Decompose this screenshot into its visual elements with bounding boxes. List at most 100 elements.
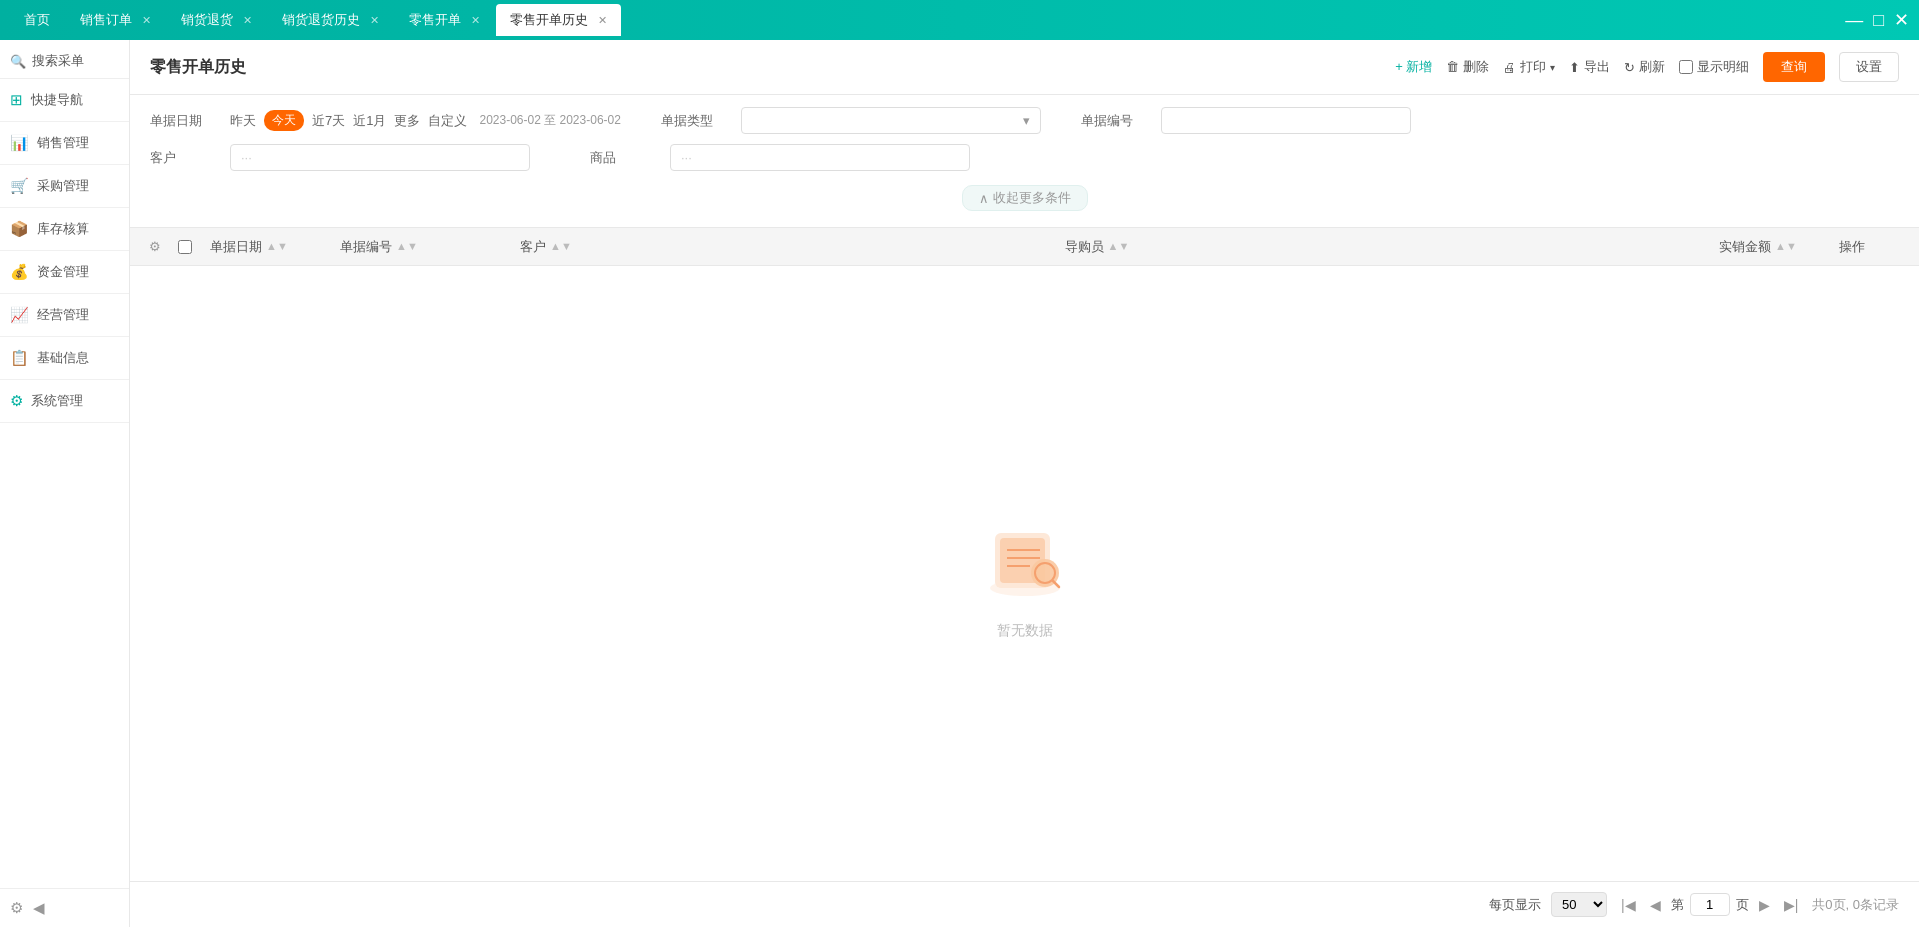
table-settings-icon[interactable]: ⚙ [140, 239, 170, 254]
export-icon: ⬆ [1569, 60, 1580, 75]
goods-ellipsis: ··· [681, 150, 692, 165]
tab-home[interactable]: 首页 [10, 4, 64, 36]
sort-guide-icon: ▲▼ [1108, 241, 1130, 252]
window-close[interactable]: ✕ [1894, 9, 1909, 31]
per-page-label: 每页显示 [1489, 896, 1541, 914]
customer-select[interactable]: ··· [230, 144, 530, 171]
tab-close-sales-return-history[interactable]: ✕ [370, 14, 379, 27]
tab-sales-return[interactable]: 销货退货 ✕ [167, 4, 266, 36]
tab-retail-open[interactable]: 零售开单 ✕ [395, 4, 494, 36]
sidebar-collapse-btn[interactable]: ◀ [33, 899, 45, 917]
prev-page-btn[interactable]: ◀ [1646, 895, 1665, 915]
delete-button[interactable]: 🗑 删除 [1446, 58, 1489, 76]
date-option-today[interactable]: 今天 [264, 110, 304, 131]
show-detail-label[interactable]: 显示明细 [1679, 58, 1749, 76]
query-button[interactable]: 查询 [1763, 52, 1825, 82]
tab-retail-open-history[interactable]: 零售开单历史 ✕ [496, 4, 621, 36]
table-select-all[interactable] [170, 240, 200, 254]
page-nav: |◀ ◀ 第 页 ▶ ▶| [1617, 893, 1802, 916]
tab-close-retail-open-history[interactable]: ✕ [598, 14, 607, 27]
per-page-select[interactable]: 50 100 200 [1551, 892, 1607, 917]
page-input[interactable] [1690, 893, 1730, 916]
page-title: 零售开单历史 [150, 57, 246, 78]
sidebar: 🔍 搜索采单 ⊞ 快捷导航 📊 销售管理 🛒 采购管理 📦 库存核算 💰 资金管… [0, 40, 130, 927]
tab-sales-return-history[interactable]: 销货退货历史 ✕ [268, 4, 393, 36]
collapse-bar: ∧ 收起更多条件 [150, 181, 1899, 215]
refresh-icon: ↻ [1624, 60, 1635, 75]
add-button[interactable]: + 新增 [1395, 58, 1432, 76]
tab-close-sales-order[interactable]: ✕ [142, 14, 151, 27]
customer-ellipsis: ··· [241, 150, 252, 165]
filter-area: 单据日期 昨天 今天 近7天 近1月 更多 自定义 2023-06-02 至 2… [130, 95, 1919, 228]
tab-close-retail-open[interactable]: ✕ [471, 14, 480, 27]
operations-icon: 📈 [10, 306, 29, 324]
sidebar-item-purchase-mgmt[interactable]: 🛒 采购管理 [0, 165, 129, 208]
finance-icon: 💰 [10, 263, 29, 281]
date-label: 单据日期 [150, 112, 210, 130]
sidebar-item-basic-info[interactable]: 📋 基础信息 [0, 337, 129, 380]
table-area: ⚙ 单据日期 ▲▼ 单据编号 ▲▼ 客户 ▲▼ 导购员 [130, 228, 1919, 881]
window-maximize[interactable]: □ [1873, 10, 1884, 31]
empty-state: 暂无数据 [130, 266, 1919, 881]
inventory-icon: 📦 [10, 220, 29, 238]
select-all-checkbox[interactable] [178, 240, 192, 254]
date-option-more[interactable]: 更多 [394, 112, 420, 130]
window-minimize[interactable]: — [1845, 10, 1863, 31]
sidebar-item-operations[interactable]: 📈 经营管理 [0, 294, 129, 337]
tab-list: 首页 销售订单 ✕ 销货退货 ✕ 销货退货历史 ✕ 零售开单 ✕ 零售开单历史 … [10, 4, 1845, 36]
col-guide[interactable]: 导购员 ▲▼ [1055, 238, 1185, 256]
goods-select[interactable]: ··· [670, 144, 970, 171]
export-button[interactable]: ⬆ 导出 [1569, 58, 1610, 76]
print-button[interactable]: 🖨 🖨 打印 打印 ▾ [1503, 58, 1555, 76]
sidebar-settings-btn[interactable]: ⚙ [10, 899, 23, 917]
page-unit: 页 [1736, 896, 1749, 914]
filter-row-2: 客户 ··· 商品 ··· [150, 144, 1899, 171]
settings-button[interactable]: 设置 [1839, 52, 1899, 82]
type-select[interactable]: ▾ [741, 107, 1041, 134]
sidebar-item-finance[interactable]: 💰 资金管理 [0, 251, 129, 294]
empty-text: 暂无数据 [997, 622, 1053, 640]
system-mgmt-icon: ⚙ [10, 392, 23, 410]
col-number[interactable]: 单据编号 ▲▼ [330, 238, 510, 256]
last-page-btn[interactable]: ▶| [1780, 895, 1803, 915]
sort-amount-icon: ▲▼ [1775, 241, 1797, 252]
sort-date-icon: ▲▼ [266, 241, 288, 252]
tab-sales-order[interactable]: 销售订单 ✕ [66, 4, 165, 36]
tab-close-sales-return[interactable]: ✕ [243, 14, 252, 27]
date-range: 2023-06-02 至 2023-06-02 [479, 112, 620, 129]
page-total-info: 共0页, 0条记录 [1812, 896, 1899, 914]
date-option-custom[interactable]: 自定义 [428, 112, 467, 130]
col-amount[interactable]: 实销金额 ▲▼ [1709, 238, 1829, 256]
show-detail-checkbox[interactable] [1679, 60, 1693, 74]
page-label: 第 [1671, 896, 1684, 914]
sidebar-item-quick-nav[interactable]: ⊞ 快捷导航 [0, 79, 129, 122]
top-bar: 首页 销售订单 ✕ 销货退货 ✕ 销货退货历史 ✕ 零售开单 ✕ 零售开单历史 … [0, 0, 1919, 40]
first-page-btn[interactable]: |◀ [1617, 895, 1640, 915]
date-options: 昨天 今天 近7天 近1月 更多 自定义 2023-06-02 至 2023-0… [230, 110, 621, 131]
page-header: 零售开单历史 + 新增 🗑 删除 🖨 🖨 打印 打印 ▾ ⬆ 导出 ↻ 刷新 [130, 40, 1919, 95]
customer-label: 客户 [150, 149, 210, 167]
sidebar-item-sales-mgmt[interactable]: 📊 销售管理 [0, 122, 129, 165]
sidebar-search[interactable]: 🔍 搜索采单 [0, 40, 129, 79]
next-page-btn[interactable]: ▶ [1755, 895, 1774, 915]
sidebar-item-system-mgmt[interactable]: ⚙ 系统管理 [0, 380, 129, 423]
sidebar-bottom: ⚙ ◀ [0, 888, 129, 927]
collapse-button[interactable]: ∧ 收起更多条件 [962, 185, 1088, 211]
purchase-mgmt-icon: 🛒 [10, 177, 29, 195]
col-customer[interactable]: 客户 ▲▼ [510, 238, 1055, 256]
header-actions: + 新增 🗑 删除 🖨 🖨 打印 打印 ▾ ⬆ 导出 ↻ 刷新 [1395, 52, 1899, 82]
goods-label: 商品 [590, 149, 650, 167]
print-icon: 🖨 [1503, 60, 1516, 75]
date-option-7days[interactable]: 近7天 [312, 112, 345, 130]
number-input[interactable] [1161, 107, 1411, 134]
main-layout: 🔍 搜索采单 ⊞ 快捷导航 📊 销售管理 🛒 采购管理 📦 库存核算 💰 资金管… [0, 40, 1919, 927]
refresh-button[interactable]: ↻ 刷新 [1624, 58, 1665, 76]
basic-info-icon: 📋 [10, 349, 29, 367]
date-option-yesterday[interactable]: 昨天 [230, 112, 256, 130]
sidebar-item-inventory[interactable]: 📦 库存核算 [0, 208, 129, 251]
search-icon: 🔍 [10, 54, 26, 69]
date-option-1month[interactable]: 近1月 [353, 112, 386, 130]
content: 零售开单历史 + 新增 🗑 删除 🖨 🖨 打印 打印 ▾ ⬆ 导出 ↻ 刷新 [130, 40, 1919, 927]
col-actions: 操作 [1829, 238, 1909, 256]
col-date[interactable]: 单据日期 ▲▼ [200, 238, 330, 256]
